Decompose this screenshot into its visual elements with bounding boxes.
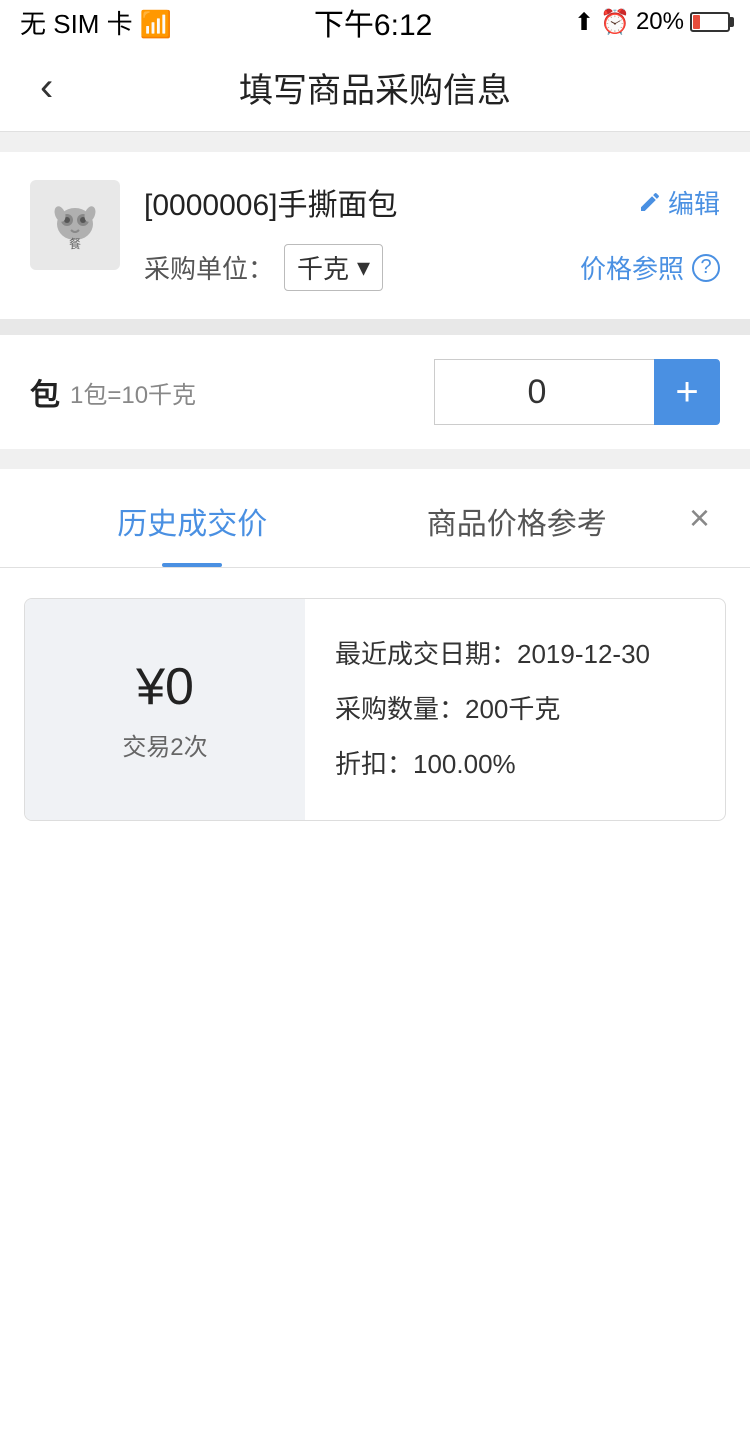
- price-card: ¥0 交易2次 最近成交日期：2019-12-30 采购数量：200千克 折扣：…: [24, 598, 726, 821]
- svg-text:餐: 餐: [69, 236, 81, 251]
- product-unit-row: 采购单位： 千克 ▾ 价格参照 ?: [144, 244, 720, 291]
- product-icon: 餐: [45, 192, 105, 258]
- price-transactions: 交易2次: [122, 727, 207, 762]
- dropdown-arrow-icon: ▾: [357, 252, 370, 283]
- quantity-label: 包 1包=10千克: [30, 370, 196, 414]
- product-id: [0000006]: [144, 189, 277, 222]
- price-ref-label: 价格参照: [580, 249, 684, 286]
- price-card-section: ¥0 交易2次 最近成交日期：2019-12-30 采购数量：200千克 折扣：…: [0, 568, 750, 851]
- product-title-row: [0000006]手撕面包 编辑: [144, 180, 720, 224]
- sim-signal-text: 无 SIM 卡 📶: [20, 4, 172, 41]
- product-name: [0000006]手撕面包: [144, 180, 397, 224]
- quantity-row: 包 1包=10千克 +: [0, 335, 750, 449]
- section-divider: [0, 319, 750, 335]
- price-card-left: ¥0 交易2次: [25, 599, 305, 820]
- edit-label: 编辑: [668, 184, 720, 221]
- price-ref-button[interactable]: 价格参照 ?: [580, 249, 720, 286]
- status-time: 下午6:12: [314, 0, 432, 44]
- product-info: [0000006]手撕面包 编辑 采购单位： 千克 ▾: [144, 180, 720, 291]
- quantity-control: +: [434, 359, 720, 425]
- product-title: 手撕面包: [277, 189, 397, 222]
- recent-date-row: 最近成交日期：2019-12-30: [335, 635, 695, 674]
- currency-symbol: ¥: [136, 658, 165, 716]
- content-white-area: [0, 851, 750, 1451]
- tab-product-price-ref[interactable]: 商品价格参考: [354, 469, 678, 567]
- purchase-quantity-label: 采购数量：: [335, 694, 465, 724]
- product-section: 餐 [0000006]手撕面包 编辑 采购单位：: [0, 152, 750, 319]
- product-thumbnail: 餐: [30, 180, 120, 270]
- recent-date-value: 2019-12-30: [517, 639, 650, 669]
- help-icon[interactable]: ?: [692, 254, 720, 282]
- tab-header: 历史成交价 商品价格参考 ×: [0, 469, 750, 568]
- help-symbol: ?: [700, 256, 711, 279]
- status-bar: 无 SIM 卡 📶 下午6:12 ⬆ ⏰ 20%: [0, 0, 750, 44]
- discount-label: 折扣：: [335, 749, 413, 779]
- unit-value: 千克: [297, 249, 349, 286]
- battery-percent: 20%: [636, 8, 684, 36]
- status-right: ⬆ ⏰ 20%: [574, 8, 730, 37]
- discount-row: 折扣：100.00%: [335, 745, 695, 784]
- clock-icon: ⏰: [600, 8, 630, 37]
- pkg-label: 包: [30, 370, 60, 414]
- direction-icon: ⬆: [574, 8, 594, 37]
- price-card-right: 最近成交日期：2019-12-30 采购数量：200千克 折扣：100.00%: [305, 599, 725, 820]
- battery-fill: [693, 15, 700, 29]
- quantity-plus-button[interactable]: +: [654, 359, 720, 425]
- purchase-quantity-value: 200千克: [465, 694, 560, 724]
- status-left: 无 SIM 卡 📶: [20, 4, 172, 41]
- tab-history-price[interactable]: 历史成交价: [30, 469, 354, 567]
- nav-bar: ‹ 填写商品采购信息: [0, 44, 750, 132]
- tab-close-button[interactable]: ×: [679, 487, 720, 549]
- unit-select[interactable]: 千克 ▾: [284, 244, 383, 291]
- edit-icon: [638, 190, 662, 214]
- quantity-input[interactable]: [434, 359, 654, 425]
- tab-section: 历史成交价 商品价格参考 × ¥0 交易2次 最近成交日期：2019-12-30…: [0, 469, 750, 1451]
- unit-label: 采购单位：: [144, 249, 274, 286]
- page-title: 填写商品采购信息: [239, 63, 511, 112]
- pkg-conversion: 1包=10千克: [70, 375, 196, 410]
- price-amount: ¥0: [136, 657, 194, 717]
- quantity-row-detail: 采购数量：200千克: [335, 690, 695, 729]
- back-button[interactable]: ‹: [30, 55, 63, 120]
- price-value: 0: [165, 658, 194, 716]
- product-header: 餐 [0000006]手撕面包 编辑 采购单位：: [30, 180, 720, 291]
- recent-date-label: 最近成交日期：: [335, 639, 517, 669]
- edit-button[interactable]: 编辑: [638, 184, 720, 221]
- battery-icon: [690, 12, 730, 32]
- discount-value: 100.00%: [413, 749, 516, 779]
